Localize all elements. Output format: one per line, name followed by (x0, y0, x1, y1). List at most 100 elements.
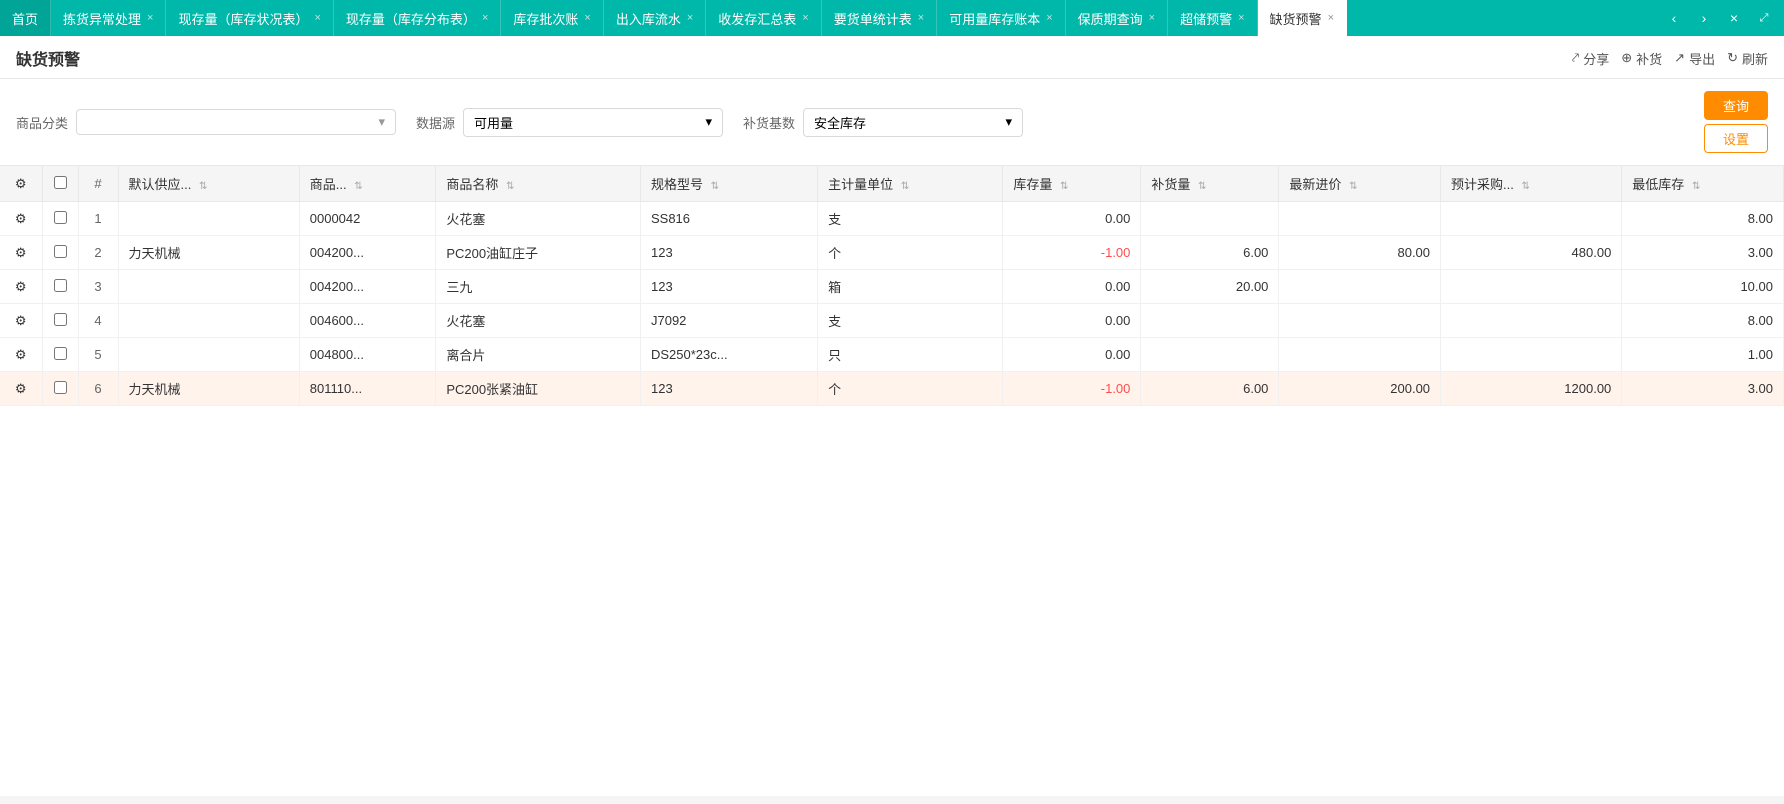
tab-inventory-status[interactable]: 现存量（库存状况表） × (166, 0, 333, 36)
tab-batch-account-close[interactable]: × (584, 12, 590, 24)
refresh-button[interactable]: ↻ 刷新 (1727, 49, 1768, 68)
row-settings[interactable]: ⚙ (0, 372, 42, 406)
stock-sort-icon: ⇅ (1060, 181, 1068, 192)
tab-overstock-close[interactable]: × (1238, 12, 1244, 24)
col-stock-header[interactable]: 库存量 ⇅ (1003, 166, 1141, 202)
tab-available-ledger-close[interactable]: × (1046, 12, 1052, 24)
row-num: 2 (78, 236, 118, 270)
tab-in-out-flow-close[interactable]: × (687, 12, 693, 24)
tab-receive-send[interactable]: 收发存汇总表 × (706, 0, 821, 36)
row-check[interactable] (42, 236, 78, 270)
table-header-row: ⚙ # 默认供应... ⇅ 商品... ⇅ 商品名称 (0, 166, 1784, 202)
replenish-basis-select[interactable]: 安全库存 ▾ (803, 108, 1023, 137)
row-checkbox[interactable] (54, 313, 67, 326)
col-latest-price-header[interactable]: 最新进价 ⇅ (1279, 166, 1441, 202)
row-spec: 123 (640, 236, 817, 270)
col-supplier-header[interactable]: 默认供应... ⇅ (118, 166, 299, 202)
supplier-sort-icon: ⇅ (199, 181, 207, 192)
col-estimated-purchase-header[interactable]: 预计采购... ⇅ (1441, 166, 1622, 202)
share-button[interactable]: ⤤ 分享 (1572, 49, 1609, 68)
row-settings[interactable]: ⚙ (0, 304, 42, 338)
tab-expiry-query[interactable]: 保质期查询 × (1066, 0, 1168, 36)
row-check[interactable] (42, 202, 78, 236)
tab-expiry-query-label: 保质期查询 (1078, 9, 1143, 28)
replenish-basis-label: 补货基数 (743, 113, 795, 132)
row-product-code: 0000042 (299, 202, 436, 236)
row-settings[interactable]: ⚙ (0, 270, 42, 304)
nav-expand-button[interactable]: ⤢ (1750, 4, 1778, 32)
table-row: ⚙ 5 004800... 离合片 DS250*23c... 只 0.00 1.… (0, 338, 1784, 372)
col-check-header[interactable] (42, 166, 78, 202)
row-product-code: 004200... (299, 270, 436, 304)
datasource-select[interactable]: 可用量 ▾ (463, 108, 723, 137)
row-supplier (118, 270, 299, 304)
row-supplier (118, 304, 299, 338)
tab-inventory-dist-label: 现存量（库存分布表） (346, 9, 476, 28)
select-all-checkbox[interactable] (54, 176, 67, 189)
row-settings[interactable]: ⚙ (0, 202, 42, 236)
row-product-name: PC200张紧油缸 (436, 372, 641, 406)
filter-actions: 查询 设置 (1704, 91, 1768, 153)
row-checkbox[interactable] (54, 245, 67, 258)
nav-next-button[interactable]: › (1690, 4, 1718, 32)
row-min-stock: 3.00 (1622, 236, 1784, 270)
col-unit-header[interactable]: 主计量单位 ⇅ (818, 166, 1003, 202)
row-checkbox[interactable] (54, 381, 67, 394)
row-latest-price: 80.00 (1279, 236, 1441, 270)
category-label: 商品分类 (16, 113, 68, 132)
row-checkbox[interactable] (54, 279, 67, 292)
query-button[interactable]: 查询 (1704, 91, 1768, 120)
row-check[interactable] (42, 372, 78, 406)
row-latest-price (1279, 338, 1441, 372)
col-product-code-header[interactable]: 商品... ⇅ (299, 166, 436, 202)
export-button[interactable]: ↗ 导出 (1674, 49, 1715, 68)
replenish-basis-filter-group: 补货基数 安全库存 ▾ (743, 108, 1023, 137)
col-product-name-header[interactable]: 商品名称 ⇅ (436, 166, 641, 202)
tab-batch-account-label: 库存批次账 (513, 9, 578, 28)
tab-available-ledger[interactable]: 可用量库存账本 × (937, 0, 1065, 36)
row-check[interactable] (42, 304, 78, 338)
settings-button[interactable]: 设置 (1704, 124, 1768, 153)
tab-inventory-dist-close[interactable]: × (482, 12, 488, 24)
tab-in-out-flow-label: 出入库流水 (616, 9, 681, 28)
tab-demand-stats[interactable]: 要货单统计表 × (822, 0, 937, 36)
replenish-button[interactable]: ⊕ 补货 (1621, 49, 1662, 68)
tab-receive-send-close[interactable]: × (802, 12, 808, 24)
row-replenish-qty (1141, 304, 1279, 338)
tab-overstock[interactable]: 超储预警 × (1168, 0, 1257, 36)
tab-shortage-close[interactable]: × (1328, 12, 1334, 24)
tab-shortage[interactable]: 缺货预警 × (1258, 0, 1347, 36)
row-spec: SS816 (640, 202, 817, 236)
col-replenish-qty-header[interactable]: 补货量 ⇅ (1141, 166, 1279, 202)
row-supplier: 力天机械 (118, 372, 299, 406)
row-checkbox[interactable] (54, 347, 67, 360)
table-container: ⚙ # 默认供应... ⇅ 商品... ⇅ 商品名称 (0, 166, 1784, 804)
row-settings[interactable]: ⚙ (0, 236, 42, 270)
row-check[interactable] (42, 270, 78, 304)
row-stock: 0.00 (1003, 304, 1141, 338)
tab-exception[interactable]: 拣货异常处理 × (51, 0, 166, 36)
row-gear-icon: ⚙ (15, 347, 27, 362)
tab-demand-stats-label: 要货单统计表 (834, 9, 912, 28)
row-product-name: PC200油缸庄子 (436, 236, 641, 270)
tab-inventory-status-close[interactable]: × (314, 12, 320, 24)
tab-in-out-flow[interactable]: 出入库流水 × (604, 0, 706, 36)
col-settings-header[interactable]: ⚙ (0, 166, 42, 202)
tab-batch-account[interactable]: 库存批次账 × (501, 0, 603, 36)
datasource-label: 数据源 (416, 113, 455, 132)
tab-expiry-query-close[interactable]: × (1149, 12, 1155, 24)
product-code-sort-icon: ⇅ (354, 181, 362, 192)
tab-demand-stats-close[interactable]: × (918, 12, 924, 24)
category-select[interactable]: ▾ (76, 109, 396, 135)
col-spec-header[interactable]: 规格型号 ⇅ (640, 166, 817, 202)
tab-inventory-dist[interactable]: 现存量（库存分布表） × (334, 0, 501, 36)
row-settings[interactable]: ⚙ (0, 338, 42, 372)
datasource-value: 可用量 (474, 113, 513, 132)
col-min-stock-header[interactable]: 最低库存 ⇅ (1622, 166, 1784, 202)
nav-prev-button[interactable]: ‹ (1660, 4, 1688, 32)
row-checkbox[interactable] (54, 211, 67, 224)
tab-home[interactable]: 首页 (0, 0, 51, 36)
tab-exception-close[interactable]: × (147, 12, 153, 24)
row-check[interactable] (42, 338, 78, 372)
nav-close-button[interactable]: × (1720, 4, 1748, 32)
